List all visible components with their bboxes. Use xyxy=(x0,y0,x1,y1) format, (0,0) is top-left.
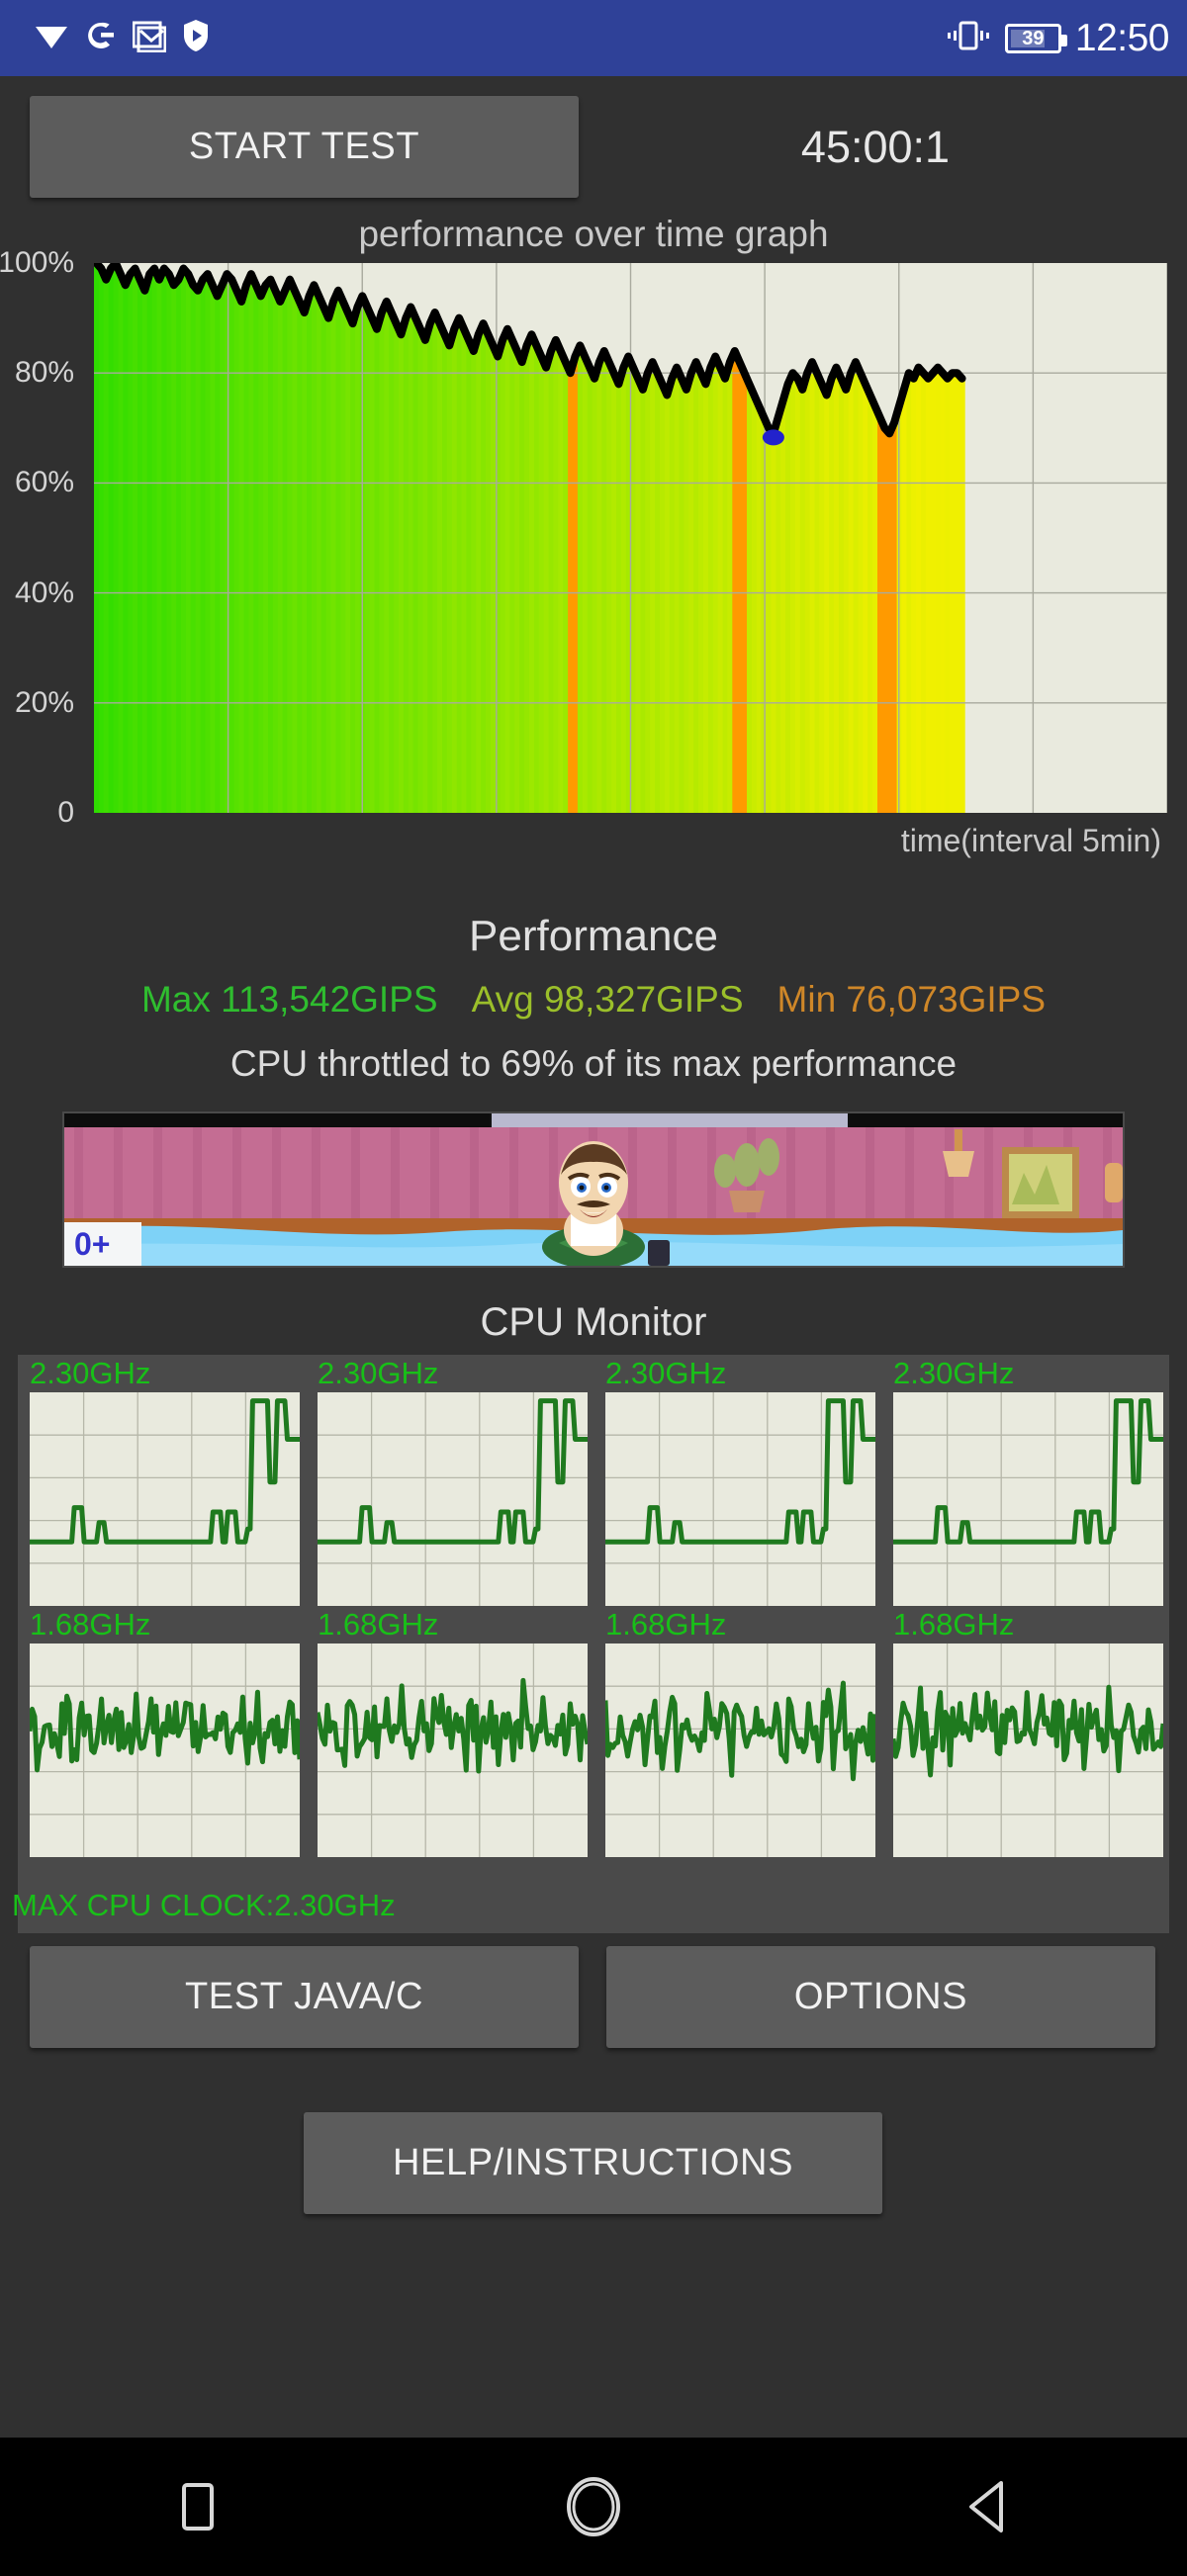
clock-label: 12:50 xyxy=(1074,17,1170,59)
cpu-core-4: 2.30GHz xyxy=(893,1355,1163,1606)
start-test-button[interactable]: START TEST xyxy=(30,96,579,198)
cpu-core-graph xyxy=(30,1643,300,1857)
ad-artwork: 0+ xyxy=(64,1113,1123,1266)
cpu-core-graph xyxy=(605,1643,875,1857)
test-java-c-button[interactable]: TEST JAVA/C xyxy=(30,1946,579,2048)
cpu-core-graph xyxy=(318,1643,588,1857)
chart-y-tick: 0 xyxy=(57,796,74,829)
help-instructions-button[interactable]: HELP/INSTRUCTIONS xyxy=(304,2112,882,2214)
gmail-icon xyxy=(132,19,167,57)
cpu-core-5: 1.68GHz xyxy=(30,1606,300,1857)
cpu-core-6: 1.68GHz xyxy=(318,1606,588,1857)
chart-y-tick: 60% xyxy=(14,466,74,499)
cpu-monitor-heading: CPU Monitor xyxy=(480,1300,707,1344)
cpu-core-frequency-label: 1.68GHz xyxy=(318,1607,439,1642)
performance-max-label: Max 113,542GIPS xyxy=(140,979,438,1020)
timer-display: 45:00:1 xyxy=(800,121,951,172)
cpu-core-frequency-label: 2.30GHz xyxy=(30,1356,151,1390)
back-triangle-icon[interactable] xyxy=(930,2447,1049,2566)
chart-x-axis-label: time(interval 5min) xyxy=(900,823,1161,858)
home-circle-icon[interactable] xyxy=(534,2447,653,2566)
game-ad-banner[interactable]: 0+ xyxy=(62,1111,1125,1268)
wifi-icon xyxy=(34,21,69,55)
cpu-core-graph xyxy=(893,1392,1163,1606)
cpu-core-graph xyxy=(318,1392,588,1606)
throttle-status-text: CPU throttled to 69% of its max performa… xyxy=(229,1043,958,1084)
performance-avg-label: Avg 98,327GIPS xyxy=(471,979,744,1020)
status-bar-left-icons xyxy=(34,19,209,57)
google-icon xyxy=(86,19,116,57)
status-bar-right: 39 12:50 xyxy=(944,17,1170,59)
cpu-core-3: 2.30GHz xyxy=(605,1355,875,1606)
cpu-core-frequency-label: 2.30GHz xyxy=(893,1356,1015,1390)
app-root: 39 12:50 START TEST 45:00:1 performance … xyxy=(0,0,1187,2576)
cpu-core-graph xyxy=(893,1643,1163,1857)
cpu-core-frequency-label: 2.30GHz xyxy=(605,1356,727,1390)
android-navigation-bar xyxy=(0,2438,1187,2576)
play-protect-icon xyxy=(183,19,209,57)
cpu-core-row: 1.68GHz 1.68GHz 1.68GHz 1.68GHz xyxy=(30,1606,1163,1857)
ad-age-rating-label: 0+ xyxy=(74,1226,110,1262)
vibrate-icon xyxy=(944,19,993,57)
status-bar: 39 12:50 xyxy=(0,0,1187,76)
cpu-core-grid: 2.30GHz 2.30GHz 2.30GHz 2.30GHz 1.68GHz 1.68G… xyxy=(30,1355,1163,1857)
options-button[interactable]: OPTIONS xyxy=(606,1946,1155,2048)
cpu-core-graph xyxy=(30,1392,300,1606)
chart-y-tick: 100% xyxy=(0,246,74,279)
top-controls: START TEST 45:00:1 xyxy=(0,76,1187,210)
performance-min-label: Min 76,073GIPS xyxy=(776,979,1047,1020)
cpu-core-frequency-label: 2.30GHz xyxy=(318,1356,439,1390)
cpu-core-2: 2.30GHz xyxy=(318,1355,588,1606)
max-cpu-clock-label: MAX CPU CLOCK:2.30GHz xyxy=(12,1888,396,1922)
chart-y-tick: 40% xyxy=(14,576,74,609)
chart-canvas xyxy=(94,263,1167,813)
recents-square-icon[interactable] xyxy=(138,2447,257,2566)
battery-icon: 39 xyxy=(1004,23,1067,53)
chart-canvas-container xyxy=(94,263,1167,813)
chart-y-tick: 80% xyxy=(14,356,74,390)
performance-stats: Max 113,542GIPS Avg 98,327GIPS Min 76,07… xyxy=(0,979,1187,1021)
cpu-monitor-panel: 2.30GHz 2.30GHz 2.30GHz 2.30GHz 1.68GHz 1.68G… xyxy=(18,1355,1169,1933)
cpu-core-frequency-label: 1.68GHz xyxy=(30,1607,151,1642)
chart-y-tick: 20% xyxy=(14,685,74,719)
cpu-core-graph xyxy=(605,1392,875,1606)
cpu-core-8: 1.68GHz xyxy=(893,1606,1163,1857)
cpu-core-frequency-label: 1.68GHz xyxy=(605,1607,727,1642)
cpu-core-1: 2.30GHz xyxy=(30,1355,300,1606)
chart-title: performance over time graph xyxy=(358,214,829,254)
battery-percent-label: 39 xyxy=(1022,27,1045,49)
performance-heading: Performance xyxy=(469,912,718,960)
performance-chart: performance over time graph 100% 80% 60% 40… xyxy=(0,210,1187,914)
cpu-core-row: 2.30GHz 2.30GHz 2.30GHz 2.30GHz xyxy=(30,1355,1163,1606)
cpu-core-7: 1.68GHz xyxy=(605,1606,875,1857)
cpu-core-frequency-label: 1.68GHz xyxy=(893,1607,1015,1642)
